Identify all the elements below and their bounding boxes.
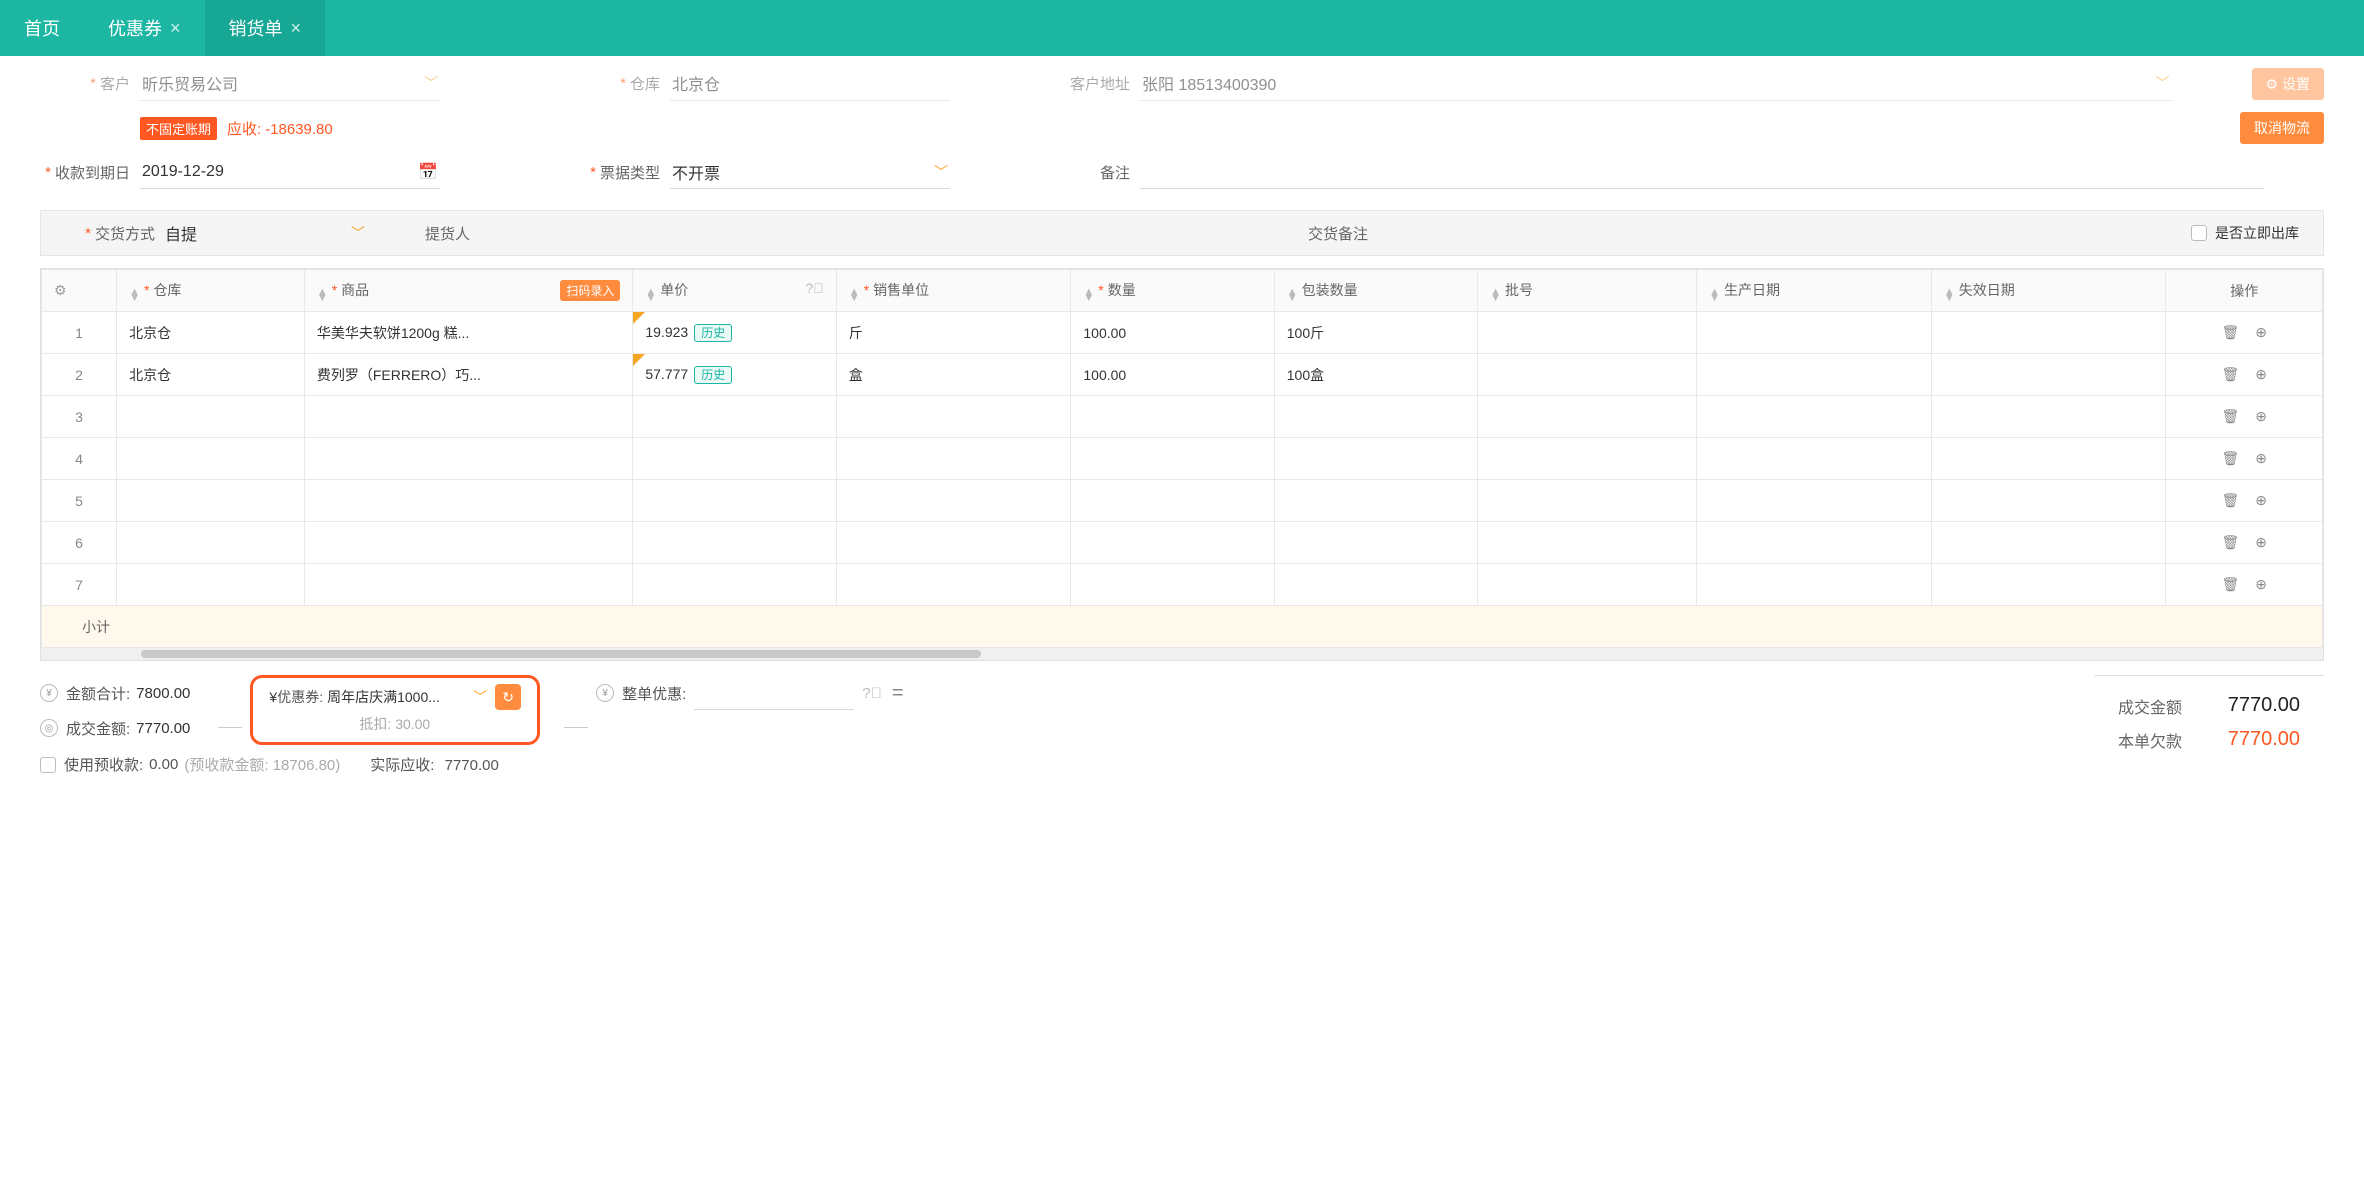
period-badge: 不固定账期 — [140, 117, 217, 140]
close-icon[interactable]: × — [291, 18, 302, 39]
remark-label: 备注 — [1100, 162, 1130, 183]
delivery-bar: *交货方式 自提 ﹀ 提货人 交货备注 是否立即出库 — [40, 210, 2324, 256]
sort-icon[interactable] — [1490, 289, 1501, 301]
add-icon[interactable]: ⊕ — [2255, 576, 2267, 593]
history-badge[interactable]: 历史 — [694, 366, 732, 384]
chevron-down-icon: ﹀ — [473, 687, 487, 707]
gear-icon[interactable]: ⚙ — [54, 282, 67, 298]
table-row[interactable]: 5🗑⊕ — [42, 480, 2323, 522]
scan-badge[interactable]: 扫码录入 — [560, 280, 620, 301]
cancel-logistics-button[interactable]: 取消物流 — [2240, 112, 2324, 144]
equals-icon: = — [892, 682, 904, 705]
paydate-input[interactable]: 2019-12-29 📅 — [140, 155, 440, 189]
customer-label: 客户 — [100, 73, 130, 94]
delete-icon[interactable]: 🗑 — [2221, 492, 2239, 509]
sort-icon[interactable] — [317, 289, 328, 301]
coupon-select[interactable]: 周年店庆满1000... — [327, 687, 467, 707]
help-icon[interactable]: ?⃝ — [862, 685, 882, 702]
table-row[interactable]: 6🗑⊕ — [42, 522, 2323, 564]
total-amount: ¥ 金额合计: 7800.00 — [40, 675, 190, 711]
table-row[interactable]: 2北京仓费列罗（FERRERO）巧...57.777历史盒100.00100盒🗑… — [42, 354, 2323, 396]
address-select[interactable]: 张阳 18513400390 ﹀ — [1140, 67, 2172, 101]
use-prepay: 使用预收款: 0.00 (预收款金额: 18706.80) — [40, 754, 340, 775]
chevron-down-icon: ﹀ — [934, 162, 948, 182]
add-icon[interactable]: ⊕ — [2255, 450, 2267, 467]
sort-icon[interactable] — [1287, 289, 1298, 301]
remark-input[interactable] — [1140, 155, 2264, 189]
refresh-button[interactable]: ↻ — [495, 684, 521, 710]
tab-coupon[interactable]: 优惠券× — [84, 0, 205, 56]
actual-receivable: 实际应收: 7770.00 — [370, 754, 499, 775]
chevron-down-icon: ﹀ — [424, 73, 438, 93]
horizontal-scrollbar[interactable] — [41, 648, 2323, 660]
subtotal-row: 小计 — [42, 606, 2323, 648]
sort-icon[interactable] — [1944, 289, 1955, 301]
table-row[interactable]: 3🗑⊕ — [42, 396, 2323, 438]
sort-icon[interactable] — [849, 289, 860, 301]
picker-label: 提货人 — [425, 223, 470, 244]
delivery-note-label: 交货备注 — [1308, 223, 1368, 244]
warn-icon — [633, 354, 645, 366]
stockout-checkbox[interactable] — [2191, 225, 2207, 241]
prepay-checkbox[interactable] — [40, 757, 56, 773]
warn-icon — [633, 312, 645, 324]
table-row[interactable]: 4🗑⊕ — [42, 438, 2323, 480]
tab-bar: 首页 优惠券× 销货单× — [0, 0, 2364, 56]
sort-icon[interactable] — [1709, 289, 1720, 301]
items-table: ⚙ *仓库 *商品扫码录入 单价?⃝ *销售单位 *数量 包装数量 批号 生产日… — [40, 268, 2324, 661]
sort-icon[interactable] — [129, 289, 140, 301]
chevron-down-icon: ﹀ — [351, 223, 365, 243]
sort-icon[interactable] — [1083, 289, 1094, 301]
add-icon[interactable]: ⊕ — [2255, 366, 2267, 383]
paydate-label: 收款到期日 — [55, 162, 130, 183]
order-discount: ¥ 整单优惠: ?⃝ = — [596, 675, 903, 711]
add-icon[interactable]: ⊕ — [2255, 408, 2267, 425]
delete-icon[interactable]: 🗑 — [2221, 534, 2239, 551]
order-discount-input[interactable] — [694, 676, 854, 710]
invoice-select[interactable]: 不开票 ﹀ — [670, 155, 950, 189]
delivery-method-label: 交货方式 — [95, 223, 155, 244]
invoice-label: 票据类型 — [600, 162, 660, 183]
coupon-box: ¥ 优惠券: 周年店庆满1000... ﹀ ↻ 抵扣: 30.00 — [250, 675, 540, 745]
target-icon: ◎ — [40, 719, 58, 737]
tab-sales[interactable]: 销货单× — [205, 0, 326, 56]
help-icon[interactable]: ?⃝ — [805, 280, 823, 296]
sort-icon[interactable] — [645, 289, 656, 301]
history-badge[interactable]: 历史 — [694, 324, 732, 342]
coupon-deduct: 抵扣: 30.00 — [359, 714, 521, 734]
deal-amount: ◎ 成交金额: 7770.00 — [40, 710, 190, 746]
stockout-label: 是否立即出库 — [2215, 223, 2299, 243]
delete-icon[interactable]: 🗑 — [2221, 576, 2239, 593]
customer-select[interactable]: 昕乐贸易公司 ﹀ — [140, 67, 440, 101]
summary-box: 成交金额7770.00 本单欠款7770.00 — [2094, 675, 2324, 780]
delete-icon[interactable]: 🗑 — [2221, 450, 2239, 467]
add-icon[interactable]: ⊕ — [2255, 492, 2267, 509]
close-icon[interactable]: × — [170, 18, 181, 39]
warehouse-select[interactable]: 北京仓 — [670, 67, 950, 101]
calendar-icon[interactable]: 📅 — [418, 162, 438, 182]
discount-icon: ¥ — [596, 684, 614, 702]
settings-button[interactable]: ⚙ 设置 — [2252, 68, 2324, 100]
delete-icon[interactable]: 🗑 — [2221, 324, 2239, 341]
add-icon[interactable]: ⊕ — [2255, 534, 2267, 551]
table-row[interactable]: 7🗑⊕ — [42, 564, 2323, 606]
delete-icon[interactable]: 🗑 — [2221, 366, 2239, 383]
add-icon[interactable]: ⊕ — [2255, 324, 2267, 341]
chevron-down-icon: ﹀ — [2156, 73, 2170, 93]
coupon-icon: ¥ — [269, 689, 277, 705]
address-label: 客户地址 — [1070, 73, 1130, 94]
tab-home[interactable]: 首页 — [0, 0, 84, 56]
delivery-method-select[interactable]: 自提 ﹀ — [165, 221, 365, 245]
table-row[interactable]: 1北京仓华美华夫软饼1200g 糕...19.923历史斤100.00100斤🗑… — [42, 312, 2323, 354]
yen-icon: ¥ — [40, 684, 58, 702]
receivable-text: 应收:-18639.80 — [227, 118, 333, 139]
delete-icon[interactable]: 🗑 — [2221, 408, 2239, 425]
warehouse-label: 仓库 — [630, 73, 660, 94]
